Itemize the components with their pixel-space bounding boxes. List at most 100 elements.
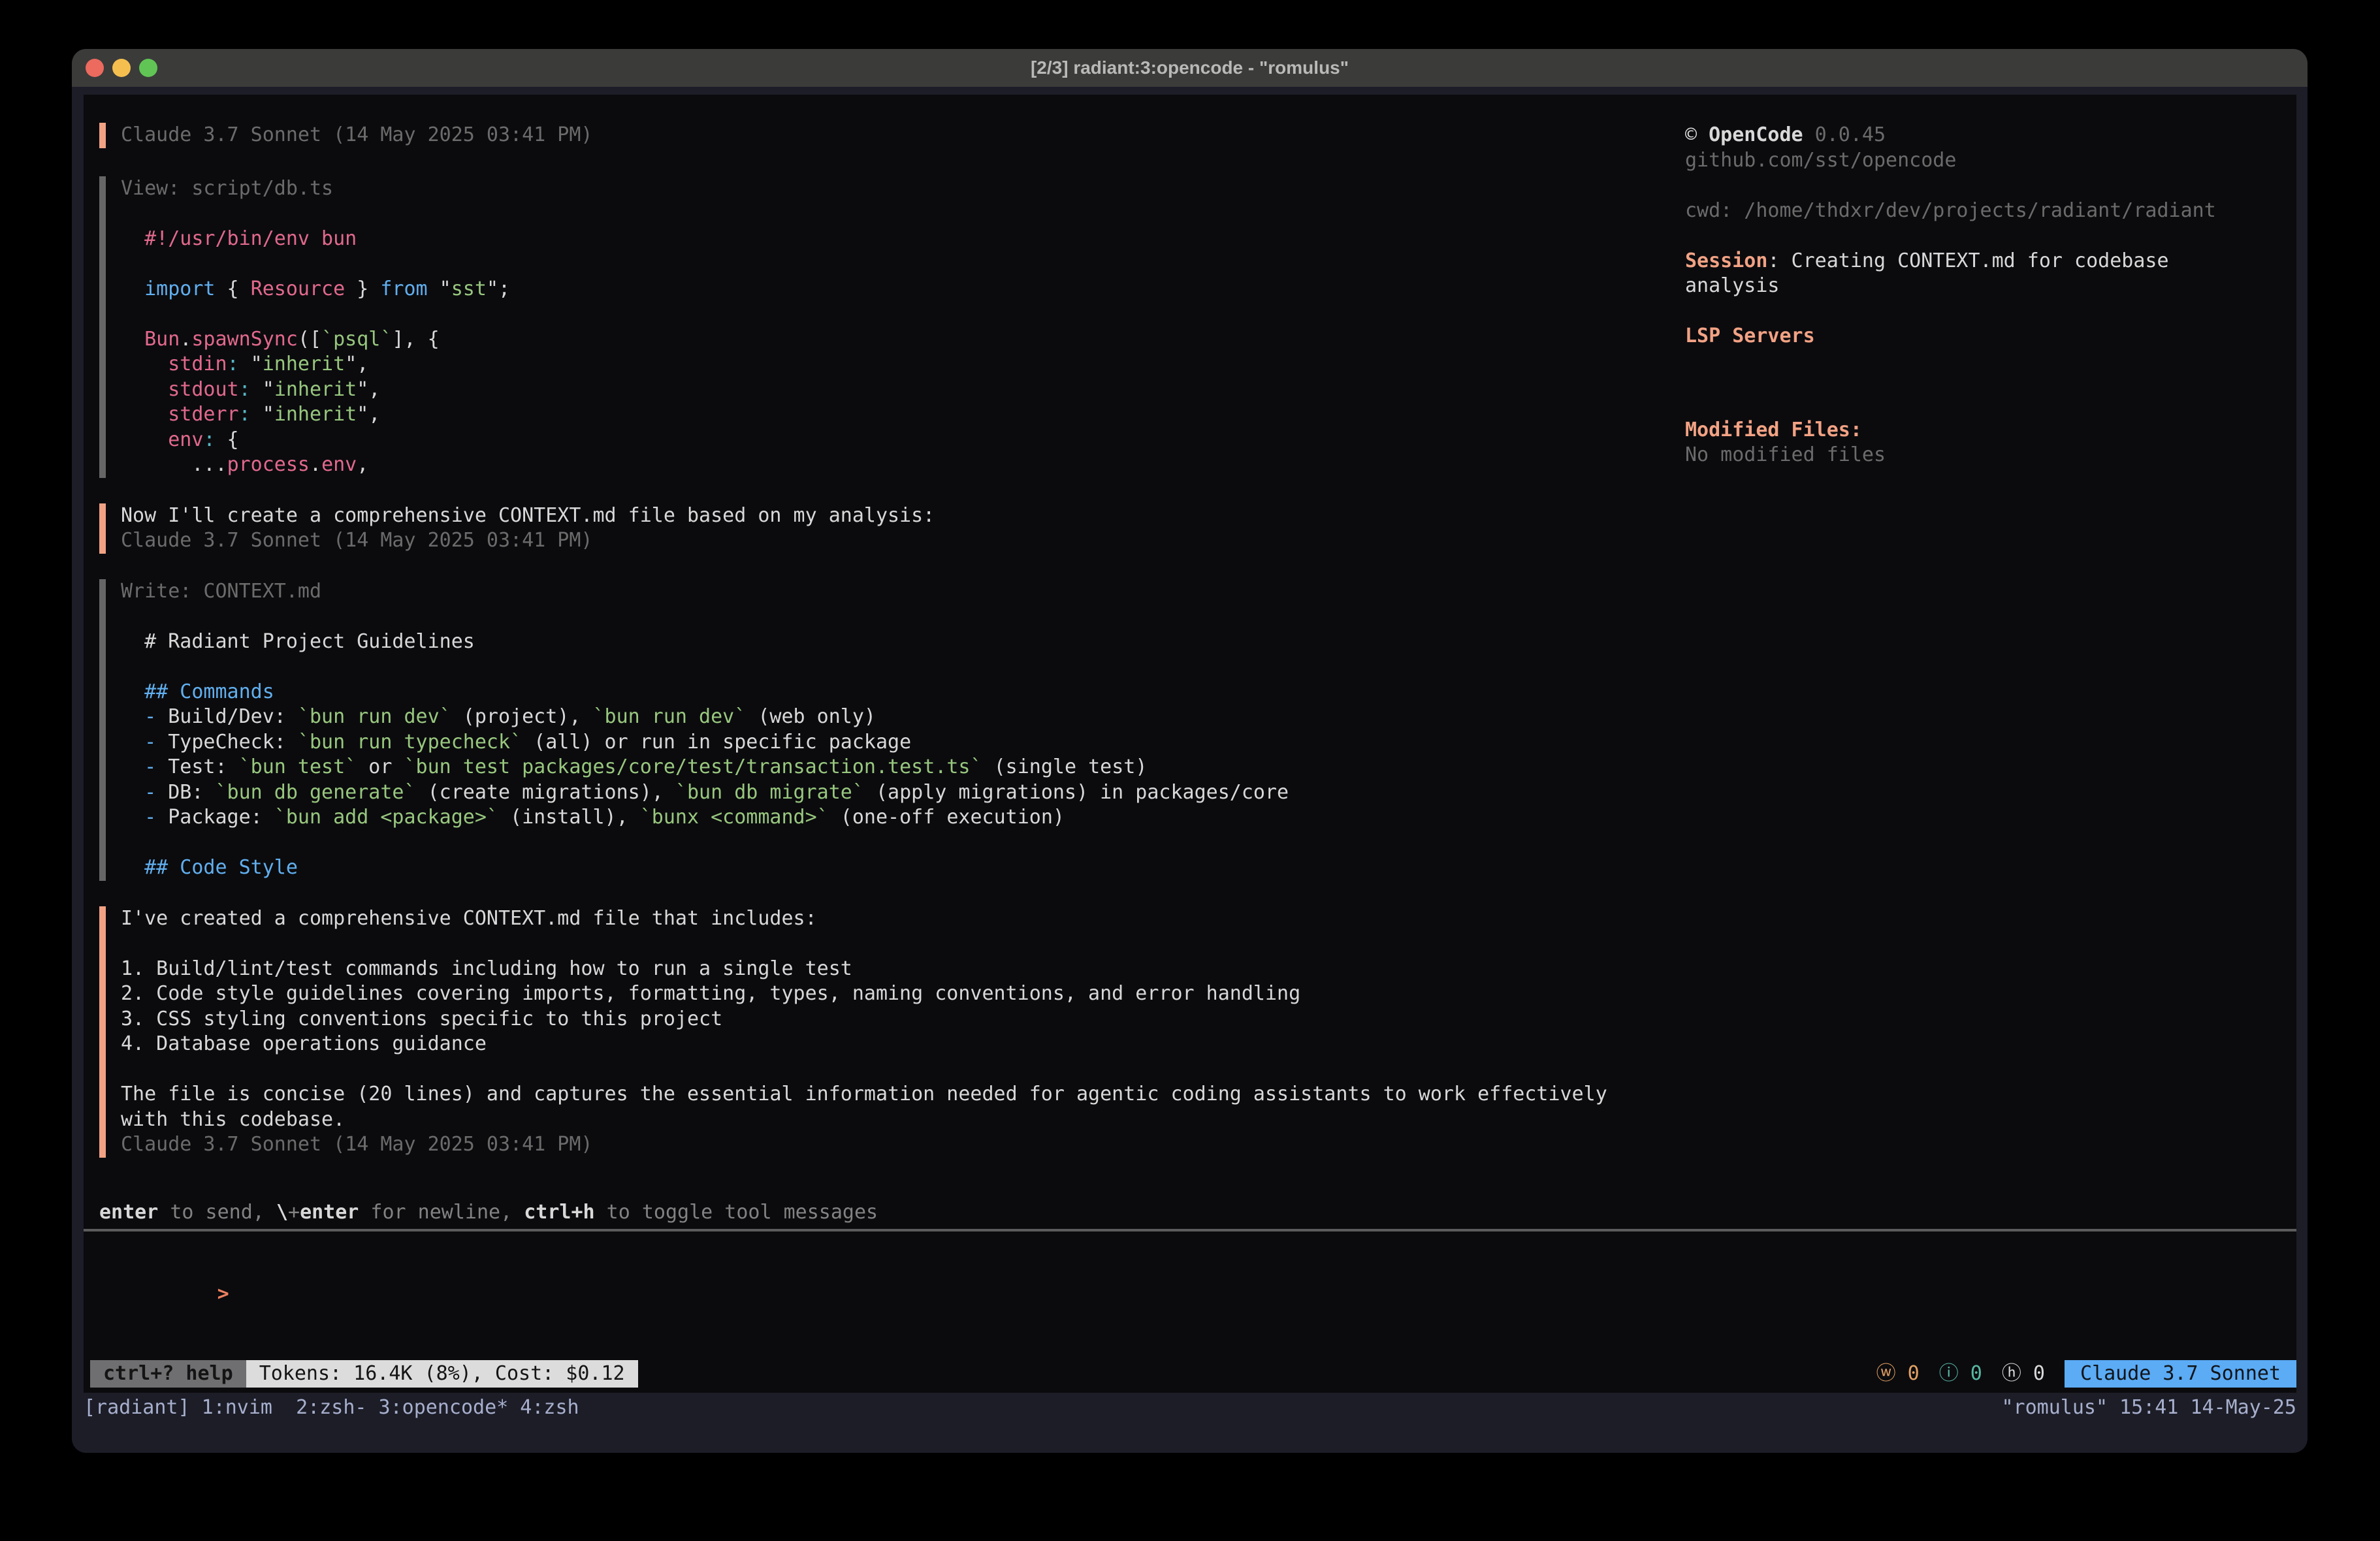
text-segment: from: [380, 278, 427, 300]
terminal-line: [1685, 299, 2299, 325]
terminal-line: with this codebase.: [121, 1107, 2296, 1133]
terminal-line: github.com/sst/opencode: [1685, 148, 2299, 174]
text-segment: Claude 3.7 Sonnet (14 May 2025 03:41 PM): [121, 1133, 592, 1156]
info-icon: ⓘ: [1939, 1361, 1959, 1387]
text-segment: The file is concise (20 lines) and captu…: [121, 1083, 1607, 1105]
text-segment: :: [227, 353, 239, 375]
text-segment: with this codebase.: [121, 1108, 345, 1131]
text-segment: `psql`: [321, 328, 392, 351]
text-segment: analysis: [1685, 274, 1780, 297]
text-segment: Bun: [144, 328, 180, 351]
text-segment: ©: [1685, 123, 1709, 146]
text-segment: spawnSync: [191, 328, 298, 351]
text-segment: github.com/sst/opencode: [1685, 149, 1956, 172]
info-count: [1959, 1361, 1970, 1387]
text-segment: `bun db generate`: [216, 781, 416, 804]
text-segment: : Creating CONTEXT.md for codebase: [1767, 249, 2168, 272]
text-segment: DB:: [156, 781, 215, 804]
prompt-input-line[interactable]: >: [99, 1256, 2296, 1332]
terminal-line: [1685, 349, 2299, 375]
text-segment: -: [144, 755, 156, 778]
text-segment: Now I'll create a comprehensive CONTEXT.…: [121, 504, 935, 527]
text-segment: (single test): [982, 755, 1148, 778]
text-segment: 0.0.45: [1803, 123, 1886, 146]
text-segment: LSP Servers: [1685, 325, 1815, 347]
text-segment: ctrl+h: [524, 1201, 594, 1224]
terminal-line: 2. Code style guidelines covering import…: [121, 981, 2296, 1007]
text-segment: ([: [298, 328, 321, 351]
text-segment: [121, 328, 144, 351]
terminal-line: # Radiant Project Guidelines: [121, 629, 2296, 655]
text-segment: Modified Files:: [1685, 419, 1862, 441]
terminal-line: analysis: [1685, 274, 2299, 299]
zoom-button[interactable]: [139, 59, 157, 77]
minimize-button[interactable]: [112, 59, 131, 77]
text-segment: +: [288, 1201, 300, 1224]
terminal-line: - DB: `bun db generate` (create migratio…: [121, 780, 2296, 806]
terminal-line: ## Commands: [121, 680, 2296, 705]
text-segment: Build/Dev:: [156, 705, 298, 728]
text-segment: -: [144, 731, 156, 754]
hints-icon: ⓗ: [2002, 1361, 2021, 1387]
text-segment: stdout: [168, 378, 238, 401]
warning-icon: ⓦ: [1876, 1361, 1896, 1387]
tmux-window-list[interactable]: [radiant] 1:nvim 2:zsh- 3:opencode* 4:zs…: [84, 1395, 579, 1453]
window-titlebar[interactable]: [2/3] radiant:3:opencode - "romulus": [72, 49, 2308, 87]
terminal-line: I've created a comprehensive CONTEXT.md …: [121, 906, 2296, 932]
text-segment: [121, 278, 144, 300]
text-segment: Claude 3.7 Sonnet (14 May 2025 03:41 PM): [121, 529, 592, 552]
hints-count-value: 0: [2033, 1361, 2045, 1387]
assistant-message-block: I've created a comprehensive CONTEXT.md …: [99, 906, 2296, 1158]
text-segment: ## Code Style: [121, 856, 298, 879]
text-segment: TypeCheck:: [156, 731, 298, 754]
terminal-line: Write: CONTEXT.md: [121, 579, 2296, 605]
warning-counter: ⓦ 0: [1876, 1361, 1920, 1387]
terminal-body: Claude 3.7 Sonnet (14 May 2025 03:41 PM)…: [72, 87, 2308, 1453]
model-badge: Claude 3.7 Sonnet: [2065, 1360, 2296, 1388]
input-hint: enter to send, \+enter for newline, ctrl…: [99, 1200, 2296, 1226]
text-segment: stdin: [168, 353, 227, 375]
text-segment: [121, 353, 168, 375]
traffic-lights: [86, 59, 157, 77]
text-segment: inherit: [274, 403, 357, 426]
text-segment: ",: [357, 378, 380, 401]
text-segment: env: [321, 453, 357, 476]
text-segment: :: [239, 378, 251, 401]
text-segment: I've created a comprehensive CONTEXT.md …: [121, 907, 817, 930]
text-segment: }: [345, 278, 380, 300]
text-segment: enter: [300, 1201, 359, 1224]
text-segment: :: [239, 403, 251, 426]
hints-counter: ⓗ 0: [2002, 1361, 2045, 1387]
terminal-line: The file is concise (20 lines) and captu…: [121, 1082, 2296, 1107]
text-segment: `bun test packages/core/test/transaction…: [404, 755, 982, 778]
text-segment: Claude 3.7 Sonnet (14 May 2025 03:41 PM): [121, 123, 592, 146]
terminal-line: Now I'll create a comprehensive CONTEXT.…: [121, 503, 2296, 529]
hints-count: [2021, 1361, 2033, 1387]
text-segment: `bun test`: [239, 755, 357, 778]
tokens-cost-chip: Tokens: 16.4K (8%), Cost: $0.12: [246, 1360, 638, 1388]
info-count-value: 0: [1970, 1361, 1982, 1387]
text-segment: (web only): [746, 705, 876, 728]
text-segment: (one-off execution): [829, 806, 1065, 829]
terminal-line: - Test: `bun test` or `bun test packages…: [121, 755, 2296, 780]
terminal-line: LSP Servers: [1685, 324, 2299, 349]
text-segment: (create migrations),: [416, 781, 675, 804]
text-segment: 2. Code style guidelines covering import…: [121, 982, 1300, 1005]
text-segment: ": [251, 403, 274, 426]
text-segment: [121, 806, 144, 829]
text-segment: `bun add <package>`: [274, 806, 498, 829]
text-segment: {: [216, 278, 251, 300]
text-segment: \: [276, 1201, 288, 1224]
text-segment: (project),: [451, 705, 593, 728]
text-segment: `bun run dev`: [298, 705, 451, 728]
terminal-line: 3. CSS styling conventions specific to t…: [121, 1007, 2296, 1032]
text-segment: to send,: [158, 1201, 276, 1224]
text-segment: enter: [99, 1201, 158, 1224]
text-segment: env: [168, 428, 203, 451]
terminal-line: [121, 931, 2296, 957]
text-segment: `bun run dev`: [593, 705, 747, 728]
text-segment: Session: [1685, 249, 1767, 272]
text-segment: View: script/db.ts: [121, 177, 333, 200]
text-segment: 4. Database operations guidance: [121, 1032, 487, 1055]
close-button[interactable]: [86, 59, 104, 77]
